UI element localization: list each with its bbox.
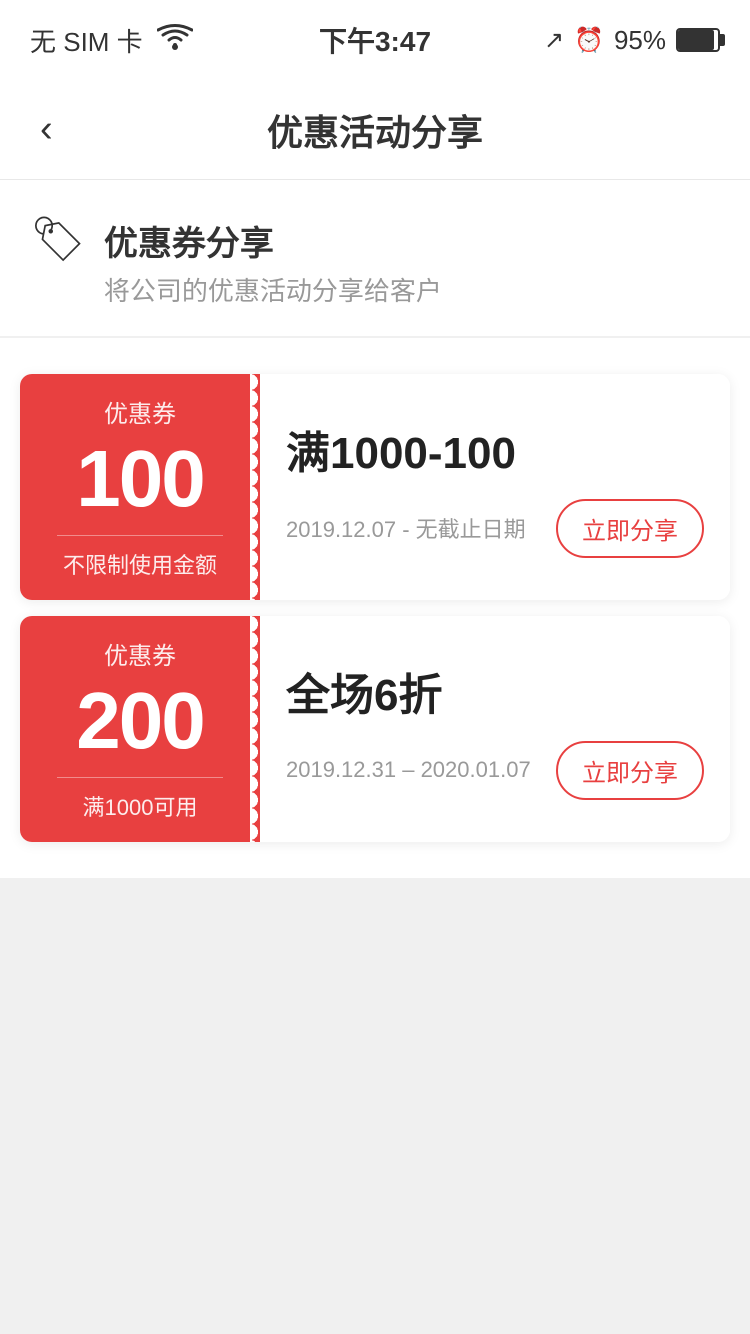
coupon-amount-1: 200 xyxy=(76,677,203,765)
coupon-date-1: 2019.12.31 – 2020.01.07 xyxy=(286,757,544,783)
carrier-label: 无 SIM 卡 xyxy=(30,22,143,59)
coupon-label-1: 优惠券 xyxy=(104,636,176,671)
wifi-icon xyxy=(157,23,193,58)
background-fill xyxy=(0,878,750,1278)
share-button-1[interactable]: 立即分享 xyxy=(556,741,704,800)
battery-label: 95% xyxy=(614,25,666,56)
coupon-divider-0 xyxy=(57,535,223,536)
page-title: 优惠活动分享 xyxy=(267,104,483,156)
status-bar: 无 SIM 卡 下午3:47 ↗ ⏰ 95% xyxy=(0,0,750,80)
coupon-left-1: 优惠券 200 满1000可用 xyxy=(20,616,260,842)
coupon-divider-1 xyxy=(57,777,223,778)
coupon-right-0: 满1000-100 2019.12.07 - 无截止日期 立即分享 xyxy=(260,374,730,600)
coupon-date-0: 2019.12.07 - 无截止日期 xyxy=(286,512,544,544)
coupon-card: 优惠券 100 不限制使用金额 满1000-100 2019.12.07 - 无… xyxy=(20,374,730,600)
section-subtitle: 将公司的优惠活动分享给客户 xyxy=(104,271,442,308)
coupon-amount-0: 100 xyxy=(76,435,203,523)
battery-icon xyxy=(676,28,720,52)
section-header: 🏷 优惠券分享 将公司的优惠活动分享给客户 xyxy=(0,180,750,336)
back-button[interactable]: ‹ xyxy=(30,98,63,161)
coupon-card: 优惠券 200 满1000可用 全场6折 2019.12.31 – 2020.0… xyxy=(20,616,730,842)
alarm-icon: ⏰ xyxy=(574,26,604,55)
coupon-left-0: 优惠券 100 不限制使用金额 xyxy=(20,374,260,600)
share-button-0[interactable]: 立即分享 xyxy=(556,499,704,558)
coupon-name-1: 全场6折 xyxy=(286,659,704,723)
coupon-meta-0: 2019.12.07 - 无截止日期 立即分享 xyxy=(286,499,704,558)
coupon-meta-1: 2019.12.31 – 2020.01.07 立即分享 xyxy=(286,741,704,800)
status-left: 无 SIM 卡 xyxy=(30,22,193,59)
coupon-condition-0: 不限制使用金额 xyxy=(63,548,217,580)
coupon-right-1: 全场6折 2019.12.31 – 2020.01.07 立即分享 xyxy=(260,616,730,842)
coupon-label-0: 优惠券 xyxy=(104,394,176,429)
coupon-list: 优惠券 100 不限制使用金额 满1000-100 2019.12.07 - 无… xyxy=(0,338,750,878)
coupon-section-icon: 🏷 xyxy=(30,218,86,262)
coupon-condition-1: 满1000可用 xyxy=(83,790,198,822)
section-title: 优惠券分享 xyxy=(104,216,442,265)
location-icon: ↗ xyxy=(544,26,564,55)
status-time: 下午3:47 xyxy=(319,20,431,60)
section-text: 优惠券分享 将公司的优惠活动分享给客户 xyxy=(104,216,442,308)
nav-bar: ‹ 优惠活动分享 xyxy=(0,80,750,180)
status-right: ↗ ⏰ 95% xyxy=(544,25,720,56)
coupon-name-0: 满1000-100 xyxy=(286,417,704,481)
